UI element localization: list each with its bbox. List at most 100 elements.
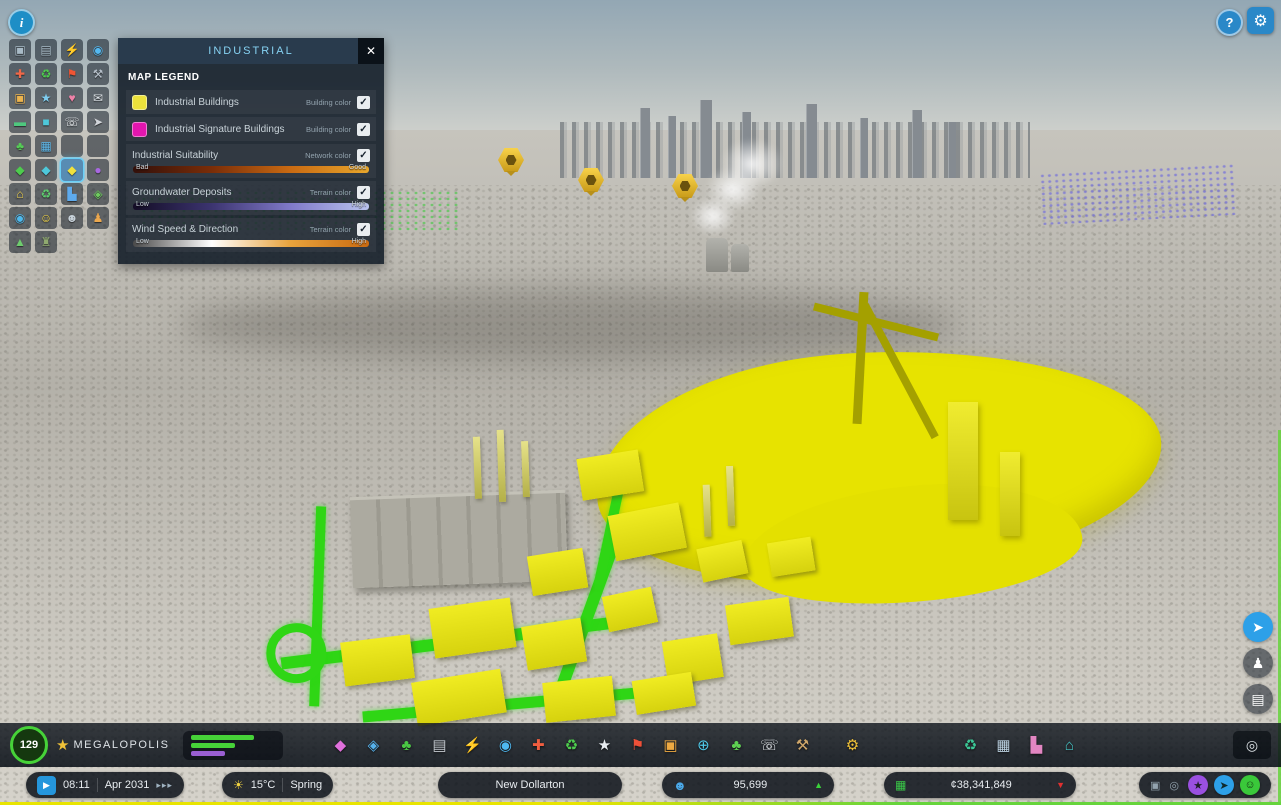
free-camera-button[interactable]: ▣ xyxy=(1150,779,1160,792)
garbage-tool-button[interactable]: ♻ xyxy=(560,732,582,758)
fire-rescue-tool-button[interactable]: ⚑ xyxy=(626,732,648,758)
legend-checkbox[interactable] xyxy=(357,149,370,162)
iv-storage-button[interactable]: ▦ xyxy=(35,135,57,157)
money-panel[interactable]: ▦ ¢38,341,849 ▼ xyxy=(884,772,1076,798)
iv-spacer[interactable] xyxy=(87,135,109,157)
infoview-icon: ♣ xyxy=(16,140,24,152)
iv-progression-button[interactable]: ▣ xyxy=(9,39,31,61)
electricity-tool-button[interactable]: ⚡ xyxy=(461,732,483,758)
iv-noise-pollution-button[interactable]: ● xyxy=(87,159,109,181)
xp-progress-meters xyxy=(191,735,275,756)
statistics-tool-button[interactable]: ▙ xyxy=(1025,732,1047,758)
tool-icon: ⚡ xyxy=(463,738,482,753)
milestone-circle-button[interactable]: ★ xyxy=(1188,775,1208,795)
distant-city-skyline xyxy=(560,122,1030,178)
city-name-panel[interactable]: New Dollarton xyxy=(438,772,622,798)
communications-tool-button[interactable]: ☏ xyxy=(758,732,780,758)
iv-communications-button[interactable]: ☏ xyxy=(61,111,83,133)
settings-button[interactable]: ⚙ xyxy=(1247,7,1274,34)
toggle-ui-button[interactable]: ◎ xyxy=(1169,779,1179,792)
map-tiles-tool-button[interactable]: ▦ xyxy=(992,732,1014,758)
infoview-icon: ▣ xyxy=(14,92,25,104)
iv-welfare-button[interactable]: ♥ xyxy=(61,87,83,109)
infoview-icon: ♟ xyxy=(93,212,104,224)
close-button[interactable]: ✕ xyxy=(358,38,384,64)
iv-zoning-button[interactable]: ◈ xyxy=(87,183,109,205)
iv-routes-button[interactable]: ➤ xyxy=(87,111,109,133)
iv-residential-button[interactable]: ⌂ xyxy=(9,183,31,205)
iv-deliveries-button[interactable]: ■ xyxy=(35,111,57,133)
iv-parks-button[interactable]: ♣ xyxy=(9,135,31,157)
citizen-panel-button[interactable]: ♟ xyxy=(1243,648,1273,678)
chirper-button[interactable]: ➤ xyxy=(1243,612,1273,642)
iv-electricity-button[interactable]: ⚡ xyxy=(61,39,83,61)
zoning-tool-button[interactable]: ◈ xyxy=(362,732,384,758)
legend-checkbox[interactable] xyxy=(357,123,370,136)
legend-item: Industrial Suitability Network color Bad… xyxy=(126,144,376,178)
water-tool-button[interactable]: ◉ xyxy=(494,732,516,758)
photo-mode-button[interactable]: ◎ xyxy=(1233,731,1271,759)
iv-spacer[interactable] xyxy=(61,135,83,157)
landmarks-tool-button[interactable]: ⌂ xyxy=(1058,732,1080,758)
legend-checkbox[interactable] xyxy=(357,96,370,109)
happiness-circle-button[interactable]: ☺ xyxy=(1240,775,1260,795)
legend-checkbox[interactable] xyxy=(357,186,370,199)
iv-population-button[interactable]: ☻ xyxy=(61,207,83,229)
iv-fire-rescue-button[interactable]: ⚑ xyxy=(61,63,83,85)
iv-water-button[interactable]: ◉ xyxy=(87,39,109,61)
info-button[interactable]: i xyxy=(8,9,35,36)
iv-water-pollution-button[interactable]: ◆ xyxy=(35,159,57,181)
transportation-tool-button[interactable]: ⊕ xyxy=(692,732,714,758)
iv-maintenance-button[interactable]: ⚒ xyxy=(87,63,109,85)
play-pause-button[interactable]: ▶ xyxy=(37,776,56,795)
journal-button[interactable]: ▤ xyxy=(1243,684,1273,714)
tool-group-management: ♻ ▦ ▙ ⌂ xyxy=(959,732,1080,758)
population-panel[interactable]: ☻ 95,699 ▲ xyxy=(662,772,834,798)
iv-terrain-button[interactable]: ▲ xyxy=(9,231,31,253)
iv-commercial-button[interactable]: ♻ xyxy=(35,183,57,205)
legend-item: Groundwater Deposits Terrain color Low H… xyxy=(126,181,376,215)
progression-crane-button[interactable]: ⚙ xyxy=(841,732,863,758)
legend-item-type: Network color xyxy=(305,151,351,160)
utility-aux-icons: ▣ ◎ xyxy=(1150,779,1179,792)
legend-item: Industrial Signature Buildings Building … xyxy=(126,117,376,141)
iv-post-button[interactable]: ✉ xyxy=(87,87,109,109)
circle-button-icon: ☺ xyxy=(1244,779,1255,791)
industrial-district xyxy=(273,418,843,747)
tool-icon: ☏ xyxy=(760,738,779,753)
parks-tool-button[interactable]: ♣ xyxy=(725,732,747,758)
chirper-circle-button[interactable]: ➤ xyxy=(1214,775,1234,795)
healthcare-tool-button[interactable]: ✚ xyxy=(527,732,549,758)
milestone-label[interactable]: MEGALOPOLIS xyxy=(73,739,169,751)
factory-building xyxy=(632,672,697,715)
police-tool-button[interactable]: ▣ xyxy=(659,732,681,758)
xp-progress-panel[interactable] xyxy=(183,731,283,760)
iv-police-button[interactable]: ▣ xyxy=(9,87,31,109)
iv-garbage-button[interactable]: ♻ xyxy=(35,63,57,85)
iv-happiness-button[interactable]: ☺ xyxy=(35,207,57,229)
legend-color-swatch xyxy=(132,95,147,110)
iv-ground-pollution-button[interactable]: ◆ xyxy=(9,159,31,181)
iv-groundwater-button[interactable]: ◉ xyxy=(9,207,31,229)
iv-healthcare-button[interactable]: ✚ xyxy=(9,63,31,85)
trophy-icon[interactable]: ★ xyxy=(56,736,69,754)
iv-education-button[interactable]: ★ xyxy=(35,87,57,109)
iv-transportation-button[interactable]: ▬ xyxy=(9,111,31,133)
iv-workplaces-button[interactable]: ♟ xyxy=(87,207,109,229)
iv-industrial-button[interactable]: ◆ xyxy=(61,159,83,181)
legend-checkbox[interactable] xyxy=(357,223,370,236)
tool-icon: ⚑ xyxy=(631,738,644,753)
vegetation-tool-button[interactable]: ♣ xyxy=(395,732,417,758)
resources-tool-button[interactable]: ♻ xyxy=(959,732,981,758)
level-badge[interactable]: 129 xyxy=(10,726,48,764)
iv-vehicles-button[interactable]: ♜ xyxy=(35,231,57,253)
help-button[interactable]: ? xyxy=(1216,9,1243,36)
gear-icon: ⚙ xyxy=(1253,11,1267,31)
iv-office-button[interactable]: ▙ xyxy=(61,183,83,205)
education-tool-button[interactable]: ★ xyxy=(593,732,615,758)
roads-tool-button[interactable]: ▤ xyxy=(428,732,450,758)
zones-tool-button[interactable]: ◆ xyxy=(329,732,351,758)
iv-finances-button[interactable]: ▤ xyxy=(35,39,57,61)
simulation-speed-control[interactable]: ▸▸▸ xyxy=(156,780,173,791)
terraforming-tool-button[interactable]: ⚒ xyxy=(791,732,813,758)
